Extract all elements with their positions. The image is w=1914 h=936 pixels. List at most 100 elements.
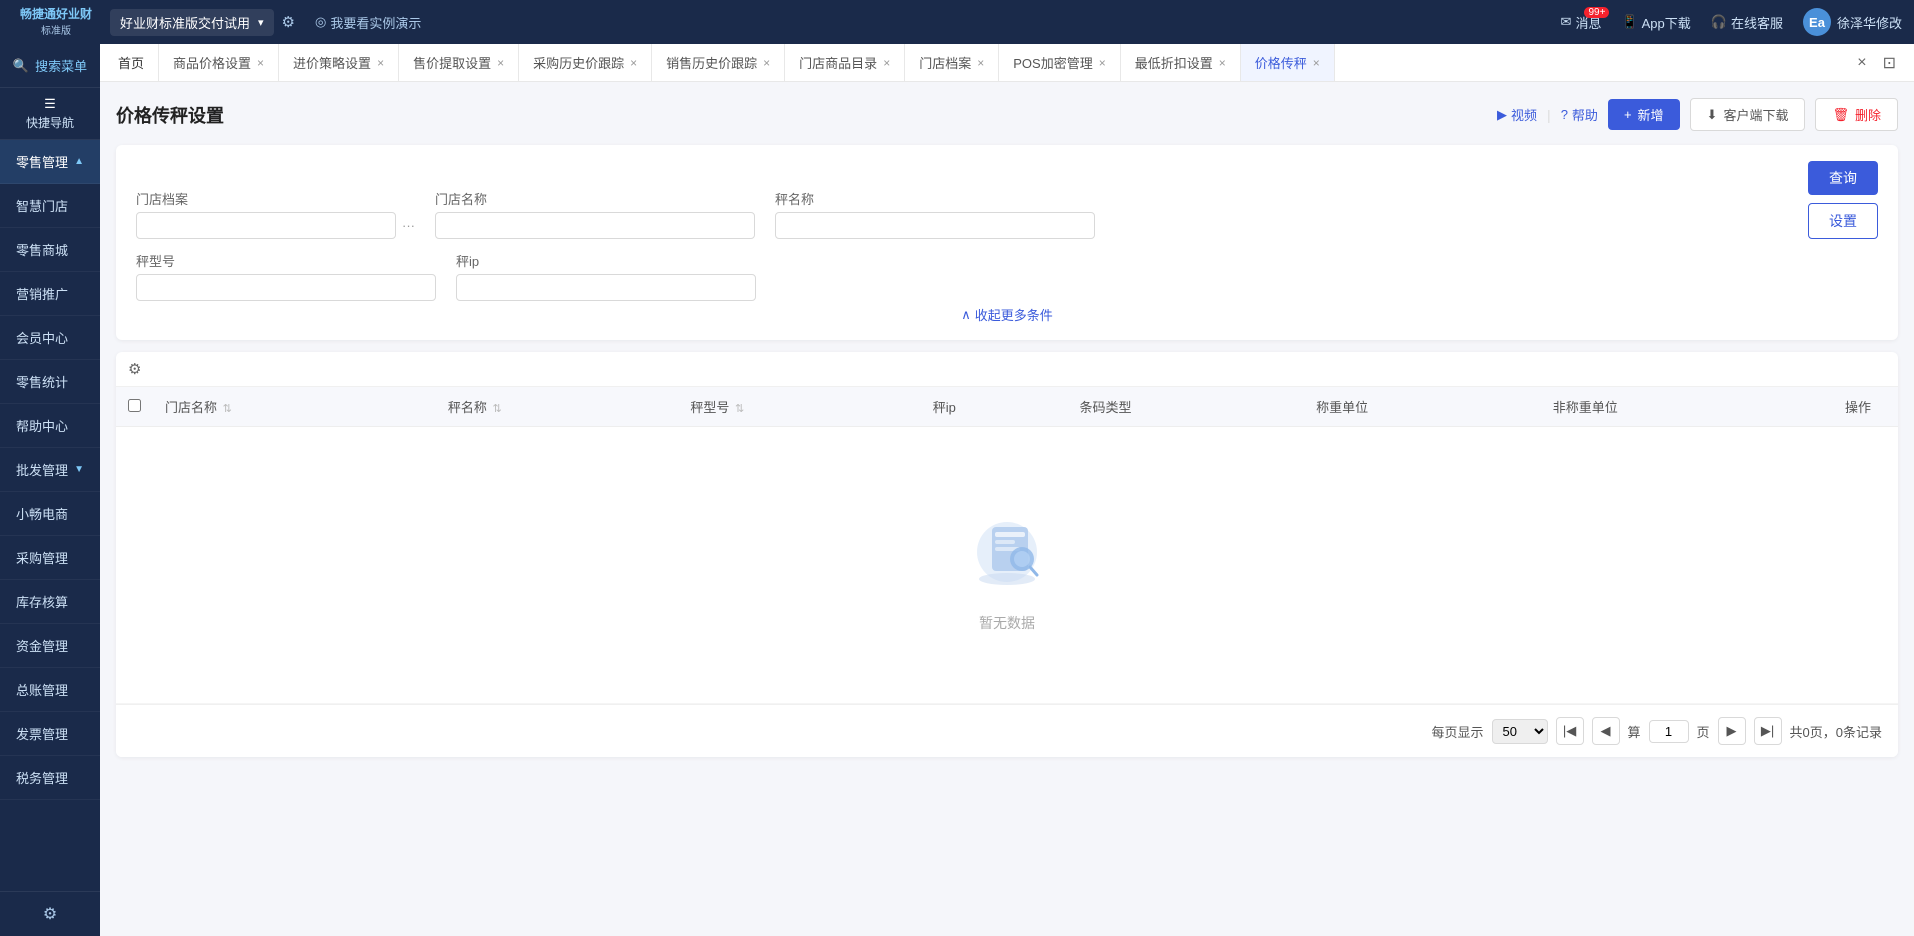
sidebar-item-label: 资金管理	[16, 636, 68, 655]
sidebar-item-retail[interactable]: 零售管理 ▲	[0, 140, 100, 184]
sidebar-item-ledger[interactable]: 总账管理	[0, 668, 100, 712]
sidebar-gear-icon[interactable]: ⚙	[43, 904, 57, 924]
last-page-button[interactable]: ▶|	[1754, 717, 1782, 745]
tab-close-icon[interactable]: ×	[977, 56, 984, 70]
next-page-button[interactable]: ▶	[1718, 717, 1746, 745]
set-button[interactable]: 设置	[1808, 203, 1878, 239]
filter-card: 门店档案 ··· 门店名称 秤名称	[116, 145, 1898, 340]
tab-close-icon[interactable]: ×	[497, 56, 504, 70]
chevron-up-icon: ∧	[961, 307, 971, 323]
tab-price-setting[interactable]: 商品价格设置 ×	[159, 44, 279, 82]
sidebar-item-ecommerce[interactable]: 小畅电商	[0, 492, 100, 536]
filter-scale-model-label: 秤型号	[136, 251, 436, 270]
version-selector[interactable]: 好业财标准版交付试用 ▾	[110, 9, 274, 36]
sidebar-item-finance[interactable]: 资金管理	[0, 624, 100, 668]
scale-name-input[interactable]	[775, 212, 1095, 239]
store-file-input[interactable]	[136, 212, 396, 239]
tab-purchase-strategy[interactable]: 进价策略设置 ×	[279, 44, 399, 82]
top-bar: 畅捷通好业财 标准版 好业财标准版交付试用 ▾ ⚙ ◎ 我要看实例演示 ✉ 消息…	[0, 0, 1914, 44]
sort-icon[interactable]: ⇅	[493, 403, 502, 415]
page-number-input[interactable]	[1649, 720, 1689, 743]
tab-min-discount[interactable]: 最低折扣设置 ×	[1121, 44, 1241, 82]
tab-home[interactable]: 首页	[104, 44, 159, 82]
user-menu[interactable]: Ea 徐泽华修改	[1803, 8, 1902, 36]
select-all-checkbox[interactable]	[128, 399, 141, 412]
headset-icon: 🎧	[1711, 14, 1727, 30]
tab-close-icon[interactable]: ×	[763, 56, 770, 70]
filter-store-name: 门店名称	[435, 189, 755, 239]
prev-page-button[interactable]: ◀	[1592, 717, 1620, 745]
sidebar-item-invoice[interactable]: 发票管理	[0, 712, 100, 756]
sidebar-item-member[interactable]: 会员中心	[0, 316, 100, 360]
tab-close-icon[interactable]: ×	[883, 56, 890, 70]
tab-close-icon[interactable]: ×	[630, 56, 637, 70]
collapse-button[interactable]: ∧ 收起更多条件	[961, 305, 1053, 324]
sidebar-item-label: 税务管理	[16, 768, 68, 787]
store-name-input[interactable]	[435, 212, 755, 239]
sidebar-item-tax[interactable]: 税务管理	[0, 756, 100, 800]
video-link[interactable]: ▶ 视频	[1497, 105, 1537, 124]
close-tab-button[interactable]: ×	[1851, 52, 1872, 74]
tab-price-scale[interactable]: 价格传秤 ×	[1241, 44, 1335, 82]
scale-model-input[interactable]	[136, 274, 436, 301]
scale-ip-input[interactable]	[456, 274, 756, 301]
search-icon: 🔍	[13, 58, 29, 74]
settings-icon[interactable]: ⚙	[282, 13, 295, 31]
download-button[interactable]: ⬇ 客户端下载	[1690, 98, 1806, 131]
help-link[interactable]: ? 帮助	[1561, 105, 1598, 124]
tab-purchase-history[interactable]: 采购历史价跟踪 ×	[519, 44, 652, 82]
sidebar-item-label: 批发管理	[16, 460, 68, 479]
tab-close-icon[interactable]: ×	[1099, 56, 1106, 70]
app-download-button[interactable]: 📱 App下载	[1621, 13, 1690, 32]
tab-close-icon[interactable]: ×	[377, 56, 384, 70]
sidebar-search-label: 搜索菜单	[35, 56, 87, 75]
sidebar-item-retail-stats[interactable]: 零售统计	[0, 360, 100, 404]
tab-bar-end: × ⊡	[1843, 51, 1910, 75]
message-button[interactable]: ✉ 消息 99+	[1561, 13, 1602, 32]
sidebar-quick-nav[interactable]: ☰ 快捷导航	[0, 88, 100, 140]
sort-icon[interactable]: ⇅	[223, 403, 232, 415]
th-barcode-type: 条码类型	[1067, 387, 1304, 427]
tab-pos-encryption[interactable]: POS加密管理 ×	[999, 44, 1120, 82]
filter-store-file: 门店档案 ···	[136, 189, 415, 239]
delete-icon: 🗑	[1832, 107, 1849, 123]
sidebar-item-retail-mall[interactable]: 零售商城	[0, 228, 100, 272]
tab-close-icon[interactable]: ×	[1219, 56, 1226, 70]
sidebar-item-smart-store[interactable]: 智慧门店	[0, 184, 100, 228]
demo-text: 我要看实例演示	[330, 13, 421, 32]
empty-text: 暂无数据	[979, 613, 1035, 633]
demo-link[interactable]: ◎ 我要看实例演示	[311, 13, 421, 32]
online-service-button[interactable]: 🎧 在线客服	[1711, 13, 1783, 32]
divider: |	[1547, 107, 1551, 123]
sidebar-search[interactable]: 🔍 搜索菜单	[0, 44, 100, 88]
sidebar-item-label: 采购管理	[16, 548, 68, 567]
expand-tab-button[interactable]: ⊡	[1877, 51, 1902, 75]
nav-icon: ☰	[44, 96, 56, 112]
add-button[interactable]: + 新增	[1608, 99, 1680, 130]
delete-button[interactable]: 🗑 删除	[1815, 98, 1898, 131]
filter-scale-name-label: 秤名称	[775, 189, 1095, 208]
sort-icon[interactable]: ⇅	[735, 403, 744, 415]
table-settings-icon[interactable]: ⚙	[128, 360, 141, 378]
filter-scale-ip-label: 秤ip	[456, 251, 756, 270]
data-table: 门店名称 ⇅ 秤名称 ⇅ 秤型号 ⇅ 秤ip	[116, 387, 1898, 704]
tab-sale-extract[interactable]: 售价提取设置 ×	[399, 44, 519, 82]
th-scale-name: 秤名称 ⇅	[436, 387, 678, 427]
first-page-button[interactable]: |◀	[1556, 717, 1584, 745]
tab-store-file[interactable]: 门店档案 ×	[905, 44, 999, 82]
per-page-select[interactable]: 50 20 100	[1492, 719, 1548, 744]
tab-store-catalog[interactable]: 门店商品目录 ×	[785, 44, 905, 82]
sidebar-item-help[interactable]: 帮助中心	[0, 404, 100, 448]
sidebar-item-label: 库存核算	[16, 592, 68, 611]
query-button[interactable]: 查询	[1808, 161, 1878, 195]
table-toolbar: ⚙	[116, 352, 1898, 387]
tab-close-icon[interactable]: ×	[257, 56, 264, 70]
tab-close-icon[interactable]: ×	[1313, 56, 1320, 70]
tab-sale-history[interactable]: 销售历史价跟踪 ×	[652, 44, 785, 82]
sidebar-item-marketing[interactable]: 营销推广	[0, 272, 100, 316]
sidebar-item-purchase[interactable]: 采购管理	[0, 536, 100, 580]
app-download-label: App下载	[1642, 13, 1691, 32]
sidebar-item-wholesale[interactable]: 批发管理 ▼	[0, 448, 100, 492]
store-file-dots-icon[interactable]: ···	[402, 218, 415, 233]
sidebar-item-inventory[interactable]: 库存核算	[0, 580, 100, 624]
